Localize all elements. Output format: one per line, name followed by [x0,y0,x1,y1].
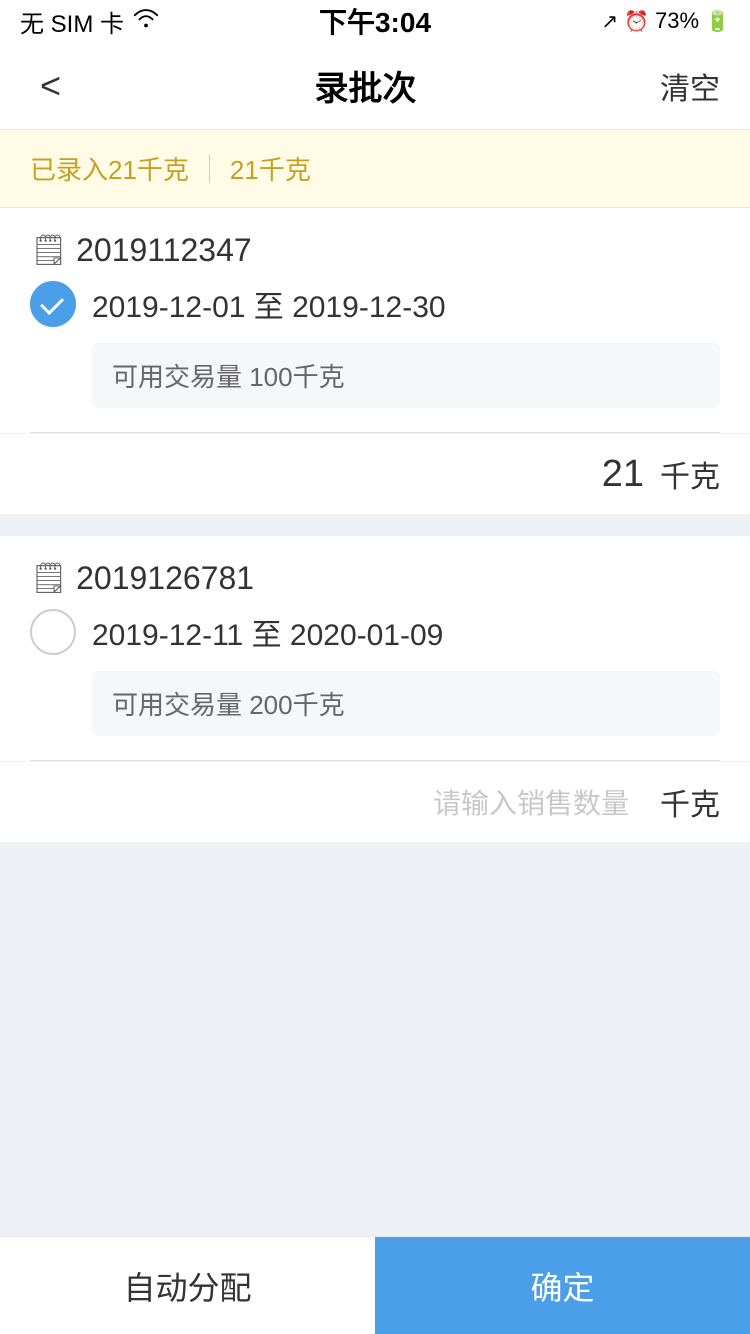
bottom-spacer [0,844,750,1244]
batch1-title-row: 🗒 2019112347 [30,232,720,269]
batch1-available: 可用交易量 100千克 [92,343,720,408]
sim-text: 无 SIM 卡 [20,4,124,39]
recorded-label: 已录入21千克 [30,150,189,187]
batch1-icon: 🗒 [30,233,68,268]
alarm-icon: ⏰ [624,9,649,34]
info-bar: 已录入21千克 21千克 [0,130,750,208]
batch1-qty-value: 21 [602,453,644,496]
batch2-input-row: 千克 [0,761,750,842]
batch2-date-row: 2019-12-11 至 2020-01-09 [30,609,720,655]
bottom-bar: 自动分配 确定 [0,1236,750,1334]
batch2-qty-input[interactable] [344,783,644,822]
section-separator [0,516,750,536]
batch2-number: 2019126781 [76,560,254,597]
recorded-value: 21千克 [230,150,311,187]
battery-icon: 🔋 [705,9,730,34]
clear-button[interactable]: 清空 [660,64,720,108]
batch1-input-row: 21 千克 [0,433,750,514]
batch1-date: 2019-12-01 至 2019-12-30 [92,282,446,326]
status-time: 下午3:04 [319,1,431,41]
nav-bar: < 录批次 清空 [0,42,750,130]
batch1-unit: 千克 [660,452,720,496]
wifi-icon [132,7,160,35]
batch2-icon: 🗒 [30,561,68,596]
batch1-inner: 🗒 2019112347 2019-12-01 至 2019-12-30 可用交… [0,208,750,432]
batch2-radio[interactable] [30,609,76,655]
batch2-available: 可用交易量 200千克 [92,671,720,736]
battery-text: 73% [655,8,699,34]
auto-distribute-button[interactable]: 自动分配 [0,1237,375,1334]
batch2-title-row: 🗒 2019126781 [30,560,720,597]
back-button[interactable]: < [30,55,71,117]
status-right: ↗ ⏰ 73% 🔋 [601,8,730,34]
batch1-number: 2019112347 [76,232,252,269]
location-icon: ↗ [601,9,618,34]
batch1-radio[interactable] [30,281,76,327]
batch2-unit: 千克 [660,780,720,824]
batch1-card: 🗒 2019112347 2019-12-01 至 2019-12-30 可用交… [0,208,750,514]
batch2-card: 🗒 2019126781 2019-12-11 至 2020-01-09 可用交… [0,536,750,842]
confirm-button[interactable]: 确定 [375,1237,750,1334]
nav-title: 录批次 [315,61,417,110]
batch2-inner: 🗒 2019126781 2019-12-11 至 2020-01-09 可用交… [0,536,750,760]
info-divider [209,155,210,183]
status-left: 无 SIM 卡 [20,4,160,39]
batch2-date: 2019-12-11 至 2020-01-09 [92,610,443,654]
batch1-date-row: 2019-12-01 至 2019-12-30 [30,281,720,327]
status-bar: 无 SIM 卡 下午3:04 ↗ ⏰ 73% 🔋 [0,0,750,42]
